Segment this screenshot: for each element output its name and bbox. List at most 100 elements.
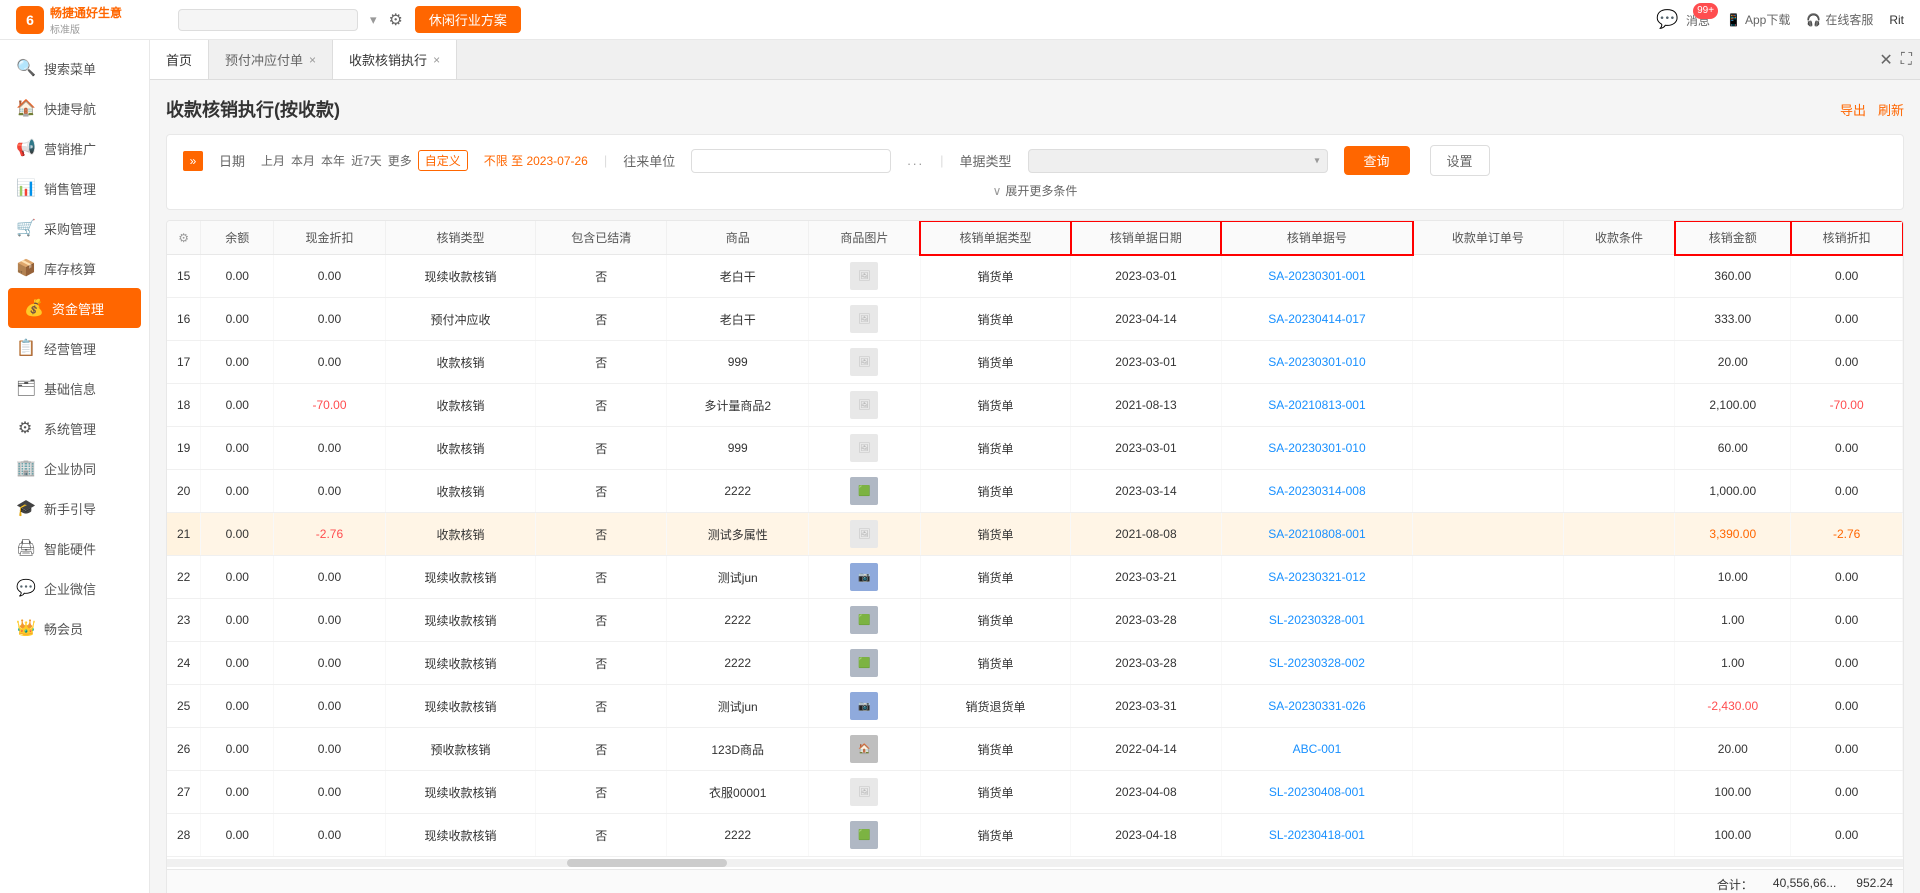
cell-goods: 测试jun (667, 556, 809, 599)
sidebar-item-operations[interactable]: 📋 经营管理 (0, 328, 149, 368)
tab-home[interactable]: 首页 (150, 40, 209, 79)
cell-cancel-bill-no[interactable]: SL-20230408-001 (1221, 771, 1413, 814)
sidebar-item-wechat[interactable]: 💬 企业微信 (0, 568, 149, 608)
cancel-bill-link[interactable]: SA-20230321-012 (1268, 570, 1365, 584)
sidebar-label-guide: 新手引导 (44, 499, 96, 518)
tab-cancel-close[interactable]: × (433, 53, 440, 67)
cell-cancel-bill-no[interactable]: SA-20230414-017 (1221, 298, 1413, 341)
date-this-year[interactable]: 本年 (321, 152, 345, 169)
notice-area[interactable]: 💬 99+ 消息 (1656, 9, 1710, 30)
th-cancel-bill-no: 核销单据号 (1221, 221, 1413, 255)
cell-cancel-bill-no[interactable]: SA-20230321-012 (1221, 556, 1413, 599)
cancel-bill-link[interactable]: ABC-001 (1293, 742, 1342, 756)
tab-prepay[interactable]: 预付冲应付单 × (209, 40, 333, 79)
industry-btn[interactable]: 休闲行业方案 (415, 6, 521, 33)
cell-cancel-bill-no[interactable]: ABC-001 (1221, 728, 1413, 771)
cancel-bill-link[interactable]: SL-20230328-002 (1269, 656, 1365, 670)
date-7days[interactable]: 近7天 (351, 152, 382, 169)
top-search-input[interactable] (178, 9, 358, 31)
sidebar-label-nav: 快捷导航 (44, 99, 96, 118)
tab-expand-icon[interactable]: ⛶ (1901, 51, 1912, 69)
goods-image: 🟩 (850, 821, 878, 849)
sidebar-item-enterprise[interactable]: 🏢 企业协同 (0, 448, 149, 488)
cell-cancel-bill-no[interactable]: SA-20210813-001 (1221, 384, 1413, 427)
sidebar-item-hardware[interactable]: 🖨 智能硬件 (0, 528, 149, 568)
sidebar-item-nav[interactable]: 🏠 快捷导航 (0, 88, 149, 128)
tab-cancel[interactable]: 收款核销执行 × (333, 40, 457, 79)
cell-cancel-bill-no[interactable]: SA-20210808-001 (1221, 513, 1413, 556)
tab-close-icon[interactable]: ✕ (1879, 50, 1892, 70)
cell-cancel-bill-no[interactable]: SL-20230328-001 (1221, 599, 1413, 642)
sidebar-item-system[interactable]: ⚙ 系统管理 (0, 408, 149, 448)
expand-more-row[interactable]: ∨ 展开更多条件 (183, 182, 1887, 199)
sidebar-item-marketing[interactable]: 📢 营销推广 (0, 128, 149, 168)
sidebar-item-inventory[interactable]: 📦 库存核算 (0, 248, 149, 288)
cell-cancel-bill-no[interactable]: SA-20230314-008 (1221, 470, 1413, 513)
chevron-down-icon[interactable]: ▾ (370, 12, 377, 28)
gear-settings-icon[interactable]: ⚙ (389, 10, 403, 30)
cell-cancel-bill-no[interactable]: SA-20230301-010 (1221, 341, 1413, 384)
cell-cash-discount: 0.00 (274, 728, 386, 771)
cell-cancel-bill-no[interactable]: SA-20230331-026 (1221, 685, 1413, 728)
export-btn[interactable]: 导出 (1840, 100, 1866, 119)
cell-cancel-bill-type: 销货单 (920, 556, 1070, 599)
cancel-bill-link[interactable]: SL-20230328-001 (1269, 613, 1365, 627)
date-more[interactable]: 更多 (388, 152, 412, 169)
cell-receipt-condition (1563, 814, 1675, 857)
app-name: 畅捷通好生意 (50, 4, 122, 21)
tab-prepay-close[interactable]: × (309, 53, 316, 67)
cell-receipt-order-no (1413, 599, 1563, 642)
th-settings[interactable]: ⚙ (167, 221, 201, 255)
cell-cancel-bill-no[interactable]: SA-20230301-001 (1221, 255, 1413, 298)
table-gear-icon[interactable]: ⚙ (178, 231, 189, 245)
logo-area: 6 畅捷通好生意 标准版 (16, 4, 166, 36)
cell-balance: 0.00 (201, 728, 274, 771)
sidebar-item-sales[interactable]: 📊 销售管理 (0, 168, 149, 208)
cell-receipt-condition (1563, 599, 1675, 642)
cancel-bill-link[interactable]: SA-20230301-010 (1268, 441, 1365, 455)
from-unit-input[interactable] (691, 149, 891, 173)
cancel-bill-link[interactable]: SA-20210813-001 (1268, 398, 1365, 412)
sidebar-item-search[interactable]: 🔍 搜索菜单 (0, 48, 149, 88)
cancel-bill-link[interactable]: SA-20230331-026 (1268, 699, 1365, 713)
cell-cancel-bill-no[interactable]: SL-20230328-002 (1221, 642, 1413, 685)
query-btn[interactable]: 查询 (1344, 146, 1410, 175)
cancel-bill-link[interactable]: SA-20230414-017 (1268, 312, 1365, 326)
cancel-bill-link[interactable]: SA-20230301-010 (1268, 355, 1365, 369)
cancel-bill-link[interactable]: SA-20210808-001 (1268, 527, 1365, 541)
sidebar-item-finance[interactable]: 💰 资金管理 (8, 288, 141, 328)
sidebar-item-basic[interactable]: 🗂 基础信息 (0, 368, 149, 408)
sidebar-item-member[interactable]: 👑 畅会员 (0, 608, 149, 648)
cell-num: 15 (167, 255, 201, 298)
sidebar-item-purchase[interactable]: 🛒 采购管理 (0, 208, 149, 248)
app-download-link[interactable]: 📱 App下载 (1726, 11, 1790, 28)
purchase-icon: 🛒 (16, 218, 34, 238)
cell-num: 20 (167, 470, 201, 513)
filter-expand-btn[interactable]: » (183, 151, 203, 171)
setting-btn[interactable]: 设置 (1430, 145, 1490, 176)
date-custom-btn[interactable]: 自定义 (418, 150, 468, 171)
cancel-bill-link[interactable]: SL-20230408-001 (1269, 785, 1365, 799)
cell-cancel-bill-no[interactable]: SA-20230301-010 (1221, 427, 1413, 470)
cell-receipt-condition (1563, 685, 1675, 728)
online-service-link[interactable]: 🎧 在线客服 (1806, 11, 1873, 28)
cell-cancel-bill-type: 销货单 (920, 255, 1070, 298)
cell-goods-img: 🖼 (809, 384, 921, 427)
table-row: 27 0.00 0.00 现续收款核销 否 衣服00001 🖼 销货单 2023… (167, 771, 1903, 814)
date-this-month[interactable]: 本月 (291, 152, 315, 169)
goods-image: 🟩 (850, 477, 878, 505)
refresh-btn[interactable]: 刷新 (1878, 100, 1904, 119)
cancel-bill-link[interactable]: SA-20230314-008 (1268, 484, 1365, 498)
cell-num: 17 (167, 341, 201, 384)
expand-more-label: 展开更多条件 (1005, 182, 1077, 199)
date-last-month[interactable]: 上月 (261, 152, 285, 169)
cancel-bill-link[interactable]: SA-20230301-001 (1268, 269, 1365, 283)
cell-cancel-bill-type: 销货单 (920, 470, 1070, 513)
cell-include-settled: 否 (536, 771, 667, 814)
bill-type-select[interactable] (1028, 149, 1328, 173)
cell-cancel-bill-no[interactable]: SL-20230418-001 (1221, 814, 1413, 857)
table-row: 15 0.00 0.00 现续收款核销 否 老白干 🖼 销货单 2023-03-… (167, 255, 1903, 298)
sidebar-item-guide[interactable]: 🎓 新手引导 (0, 488, 149, 528)
cancel-bill-link[interactable]: SL-20230418-001 (1269, 828, 1365, 842)
app-download-text: App下载 (1745, 11, 1790, 28)
